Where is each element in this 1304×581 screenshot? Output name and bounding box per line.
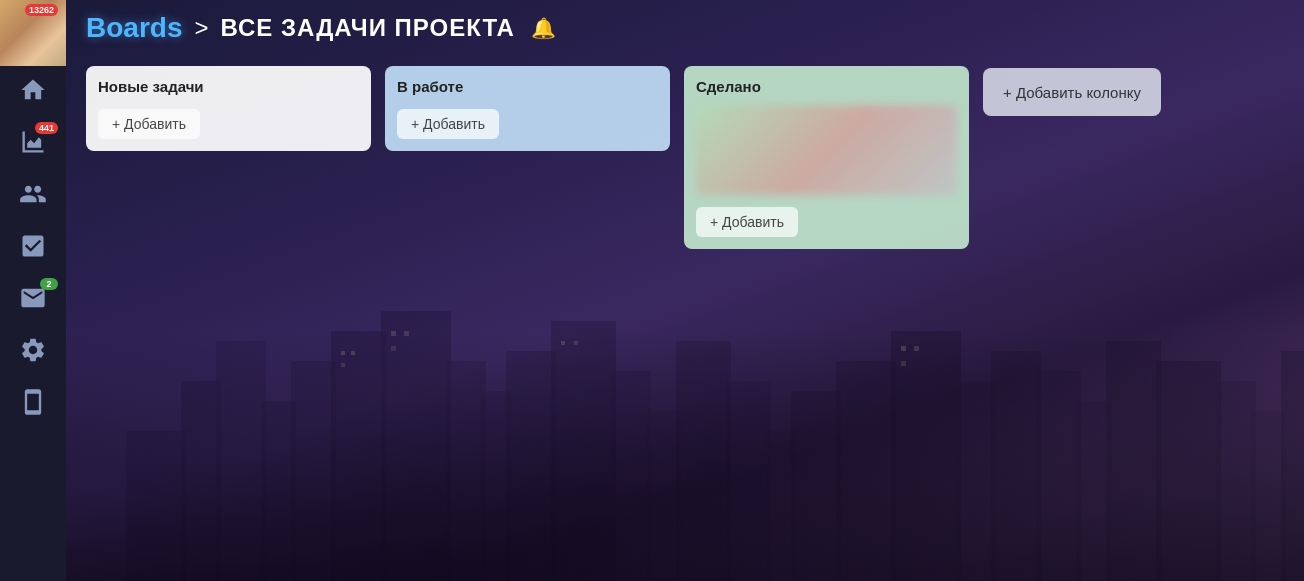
sidebar-item-analytics[interactable]: 441 bbox=[0, 118, 66, 170]
svg-rect-24 bbox=[1156, 361, 1221, 581]
svg-rect-38 bbox=[914, 346, 919, 351]
column-done: Сделано + Добавить bbox=[684, 66, 969, 249]
svg-rect-17 bbox=[836, 361, 896, 581]
column-in-progress-title: В работе bbox=[397, 78, 658, 95]
svg-rect-33 bbox=[404, 331, 409, 336]
svg-rect-25 bbox=[1216, 381, 1256, 581]
avatar-badge: 13262 bbox=[25, 4, 58, 16]
mail-badge: 2 bbox=[40, 278, 58, 290]
svg-rect-3 bbox=[261, 401, 296, 581]
add-new-task-button[interactable]: + Добавить bbox=[98, 109, 200, 139]
svg-rect-12 bbox=[646, 411, 681, 581]
svg-rect-34 bbox=[391, 346, 396, 351]
notification-bell-icon[interactable]: 🔔 bbox=[531, 16, 556, 40]
svg-rect-4 bbox=[291, 361, 336, 581]
svg-rect-1 bbox=[181, 381, 221, 581]
done-card-blurred bbox=[696, 105, 957, 195]
add-done-task-button[interactable]: + Добавить bbox=[696, 207, 798, 237]
svg-rect-18 bbox=[891, 331, 961, 581]
column-new: Новые задачи + Добавить bbox=[86, 66, 371, 151]
svg-rect-15 bbox=[766, 431, 796, 581]
sidebar-item-tasks[interactable] bbox=[0, 222, 66, 274]
page-header: Boards > ВСЕ ЗАДАЧИ ПРОЕКТА 🔔 bbox=[66, 0, 1304, 56]
svg-rect-23 bbox=[1106, 341, 1161, 581]
sidebar-item-home[interactable] bbox=[0, 66, 66, 118]
analytics-badge: 441 bbox=[35, 122, 58, 134]
svg-rect-2 bbox=[216, 341, 266, 581]
people-icon bbox=[19, 180, 47, 212]
svg-rect-37 bbox=[901, 346, 906, 351]
svg-rect-13 bbox=[676, 341, 731, 581]
column-in-progress: В работе + Добавить bbox=[385, 66, 670, 151]
check-icon bbox=[19, 232, 47, 264]
svg-rect-8 bbox=[481, 391, 511, 581]
svg-rect-26 bbox=[1251, 411, 1286, 581]
add-column-button[interactable]: + Добавить колонку bbox=[983, 68, 1161, 116]
column-done-title: Сделано bbox=[696, 78, 957, 95]
home-icon bbox=[19, 76, 47, 108]
avatar[interactable]: 13262 bbox=[0, 0, 66, 66]
add-in-progress-task-button[interactable]: + Добавить bbox=[397, 109, 499, 139]
sidebar-item-mail[interactable]: 2 bbox=[0, 274, 66, 326]
boards-columns-area: Новые задачи + Добавить В работе + Добав… bbox=[66, 56, 1304, 259]
city-silhouette bbox=[126, 281, 1304, 581]
main-content: Boards > ВСЕ ЗАДАЧИ ПРОЕКТА 🔔 Новые зада… bbox=[66, 0, 1304, 581]
svg-rect-31 bbox=[341, 363, 345, 367]
page-title: ВСЕ ЗАДАЧИ ПРОЕКТА bbox=[220, 14, 514, 42]
svg-rect-9 bbox=[506, 351, 556, 581]
svg-rect-5 bbox=[331, 331, 386, 581]
sidebar: 13262 441 2 bbox=[0, 0, 66, 581]
svg-rect-19 bbox=[956, 381, 996, 581]
phone-icon bbox=[19, 388, 47, 420]
svg-rect-35 bbox=[561, 341, 565, 345]
svg-rect-29 bbox=[341, 351, 345, 355]
svg-rect-11 bbox=[611, 371, 651, 581]
svg-rect-10 bbox=[551, 321, 616, 581]
svg-rect-27 bbox=[1281, 351, 1304, 581]
svg-rect-32 bbox=[391, 331, 396, 336]
svg-rect-0 bbox=[126, 431, 186, 581]
svg-rect-39 bbox=[901, 361, 906, 366]
sidebar-item-mobile[interactable] bbox=[0, 378, 66, 430]
svg-rect-6 bbox=[381, 311, 451, 581]
gear-icon bbox=[19, 336, 47, 368]
svg-rect-21 bbox=[1036, 371, 1081, 581]
svg-rect-20 bbox=[991, 351, 1041, 581]
column-new-title: Новые задачи bbox=[98, 78, 359, 95]
sidebar-item-team[interactable] bbox=[0, 170, 66, 222]
boards-link[interactable]: Boards bbox=[86, 12, 182, 44]
svg-rect-14 bbox=[726, 381, 771, 581]
breadcrumb-separator: > bbox=[194, 14, 208, 42]
svg-rect-30 bbox=[351, 351, 355, 355]
svg-rect-22 bbox=[1076, 401, 1111, 581]
svg-rect-36 bbox=[574, 341, 578, 345]
svg-rect-7 bbox=[446, 361, 486, 581]
sidebar-item-settings[interactable] bbox=[0, 326, 66, 378]
page-content: Boards > ВСЕ ЗАДАЧИ ПРОЕКТА 🔔 Новые зада… bbox=[66, 0, 1304, 259]
svg-rect-16 bbox=[791, 391, 841, 581]
